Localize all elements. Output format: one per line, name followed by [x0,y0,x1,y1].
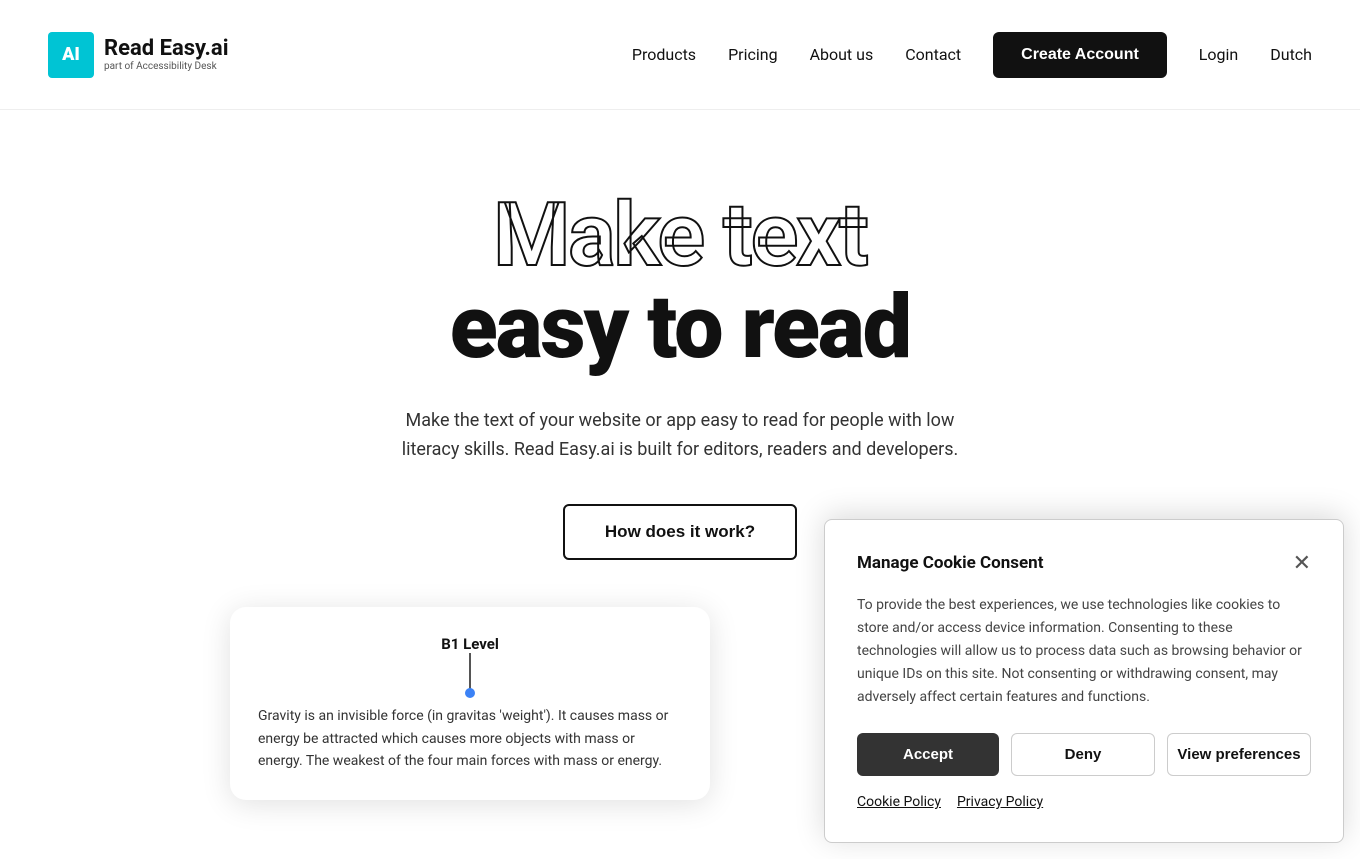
logo-text: Read Easy.ai part of Accessibility Desk [104,37,229,72]
how-it-works-button[interactable]: How does it work? [563,504,797,560]
nav-link-products[interactable]: Products [632,45,696,64]
logo-title: Read Easy.ai [104,37,229,61]
logo-subtitle: part of Accessibility Desk [104,61,229,72]
logo[interactable]: AI Read Easy.ai part of Accessibility De… [48,32,229,78]
accept-button[interactable]: Accept [857,733,999,776]
language-selector[interactable]: Dutch [1270,45,1312,64]
cookie-header: Manage Cookie Consent ✕ [857,552,1311,574]
demo-card: B1 Level Gravity is an invisible force (… [230,607,710,800]
hero-headline-line2: easy to read [20,282,1340,374]
demo-level: B1 Level [258,635,682,693]
login-link[interactable]: Login [1199,45,1238,64]
nav-link-contact[interactable]: Contact [905,45,961,64]
hero-subtext: Make the text of your website or app eas… [390,407,970,465]
cookie-body: To provide the best experiences, we use … [857,594,1311,709]
cookie-policy-link[interactable]: Cookie Policy [857,794,941,810]
logo-icon: AI [48,32,94,78]
demo-text: Gravity is an invisible force (in gravit… [258,705,682,772]
cookie-banner: Manage Cookie Consent ✕ To provide the b… [824,519,1344,843]
nav-link-pricing[interactable]: Pricing [728,45,778,64]
deny-button[interactable]: Deny [1011,733,1155,776]
nav-links: Products Pricing About us Contact Create… [632,32,1312,78]
nav-link-about[interactable]: About us [810,45,874,64]
privacy-policy-link[interactable]: Privacy Policy [957,794,1043,810]
cookie-buttons: Accept Deny View preferences [857,733,1311,776]
cookie-footer-links: Cookie Policy Privacy Policy [857,794,1311,810]
cookie-title: Manage Cookie Consent [857,553,1043,573]
cookie-close-button[interactable]: ✕ [1293,552,1311,574]
view-preferences-button[interactable]: View preferences [1167,733,1311,776]
main-nav: AI Read Easy.ai part of Accessibility De… [0,0,1360,110]
create-account-button[interactable]: Create Account [993,32,1167,78]
hero-headline-line1: Make text [20,190,1340,282]
